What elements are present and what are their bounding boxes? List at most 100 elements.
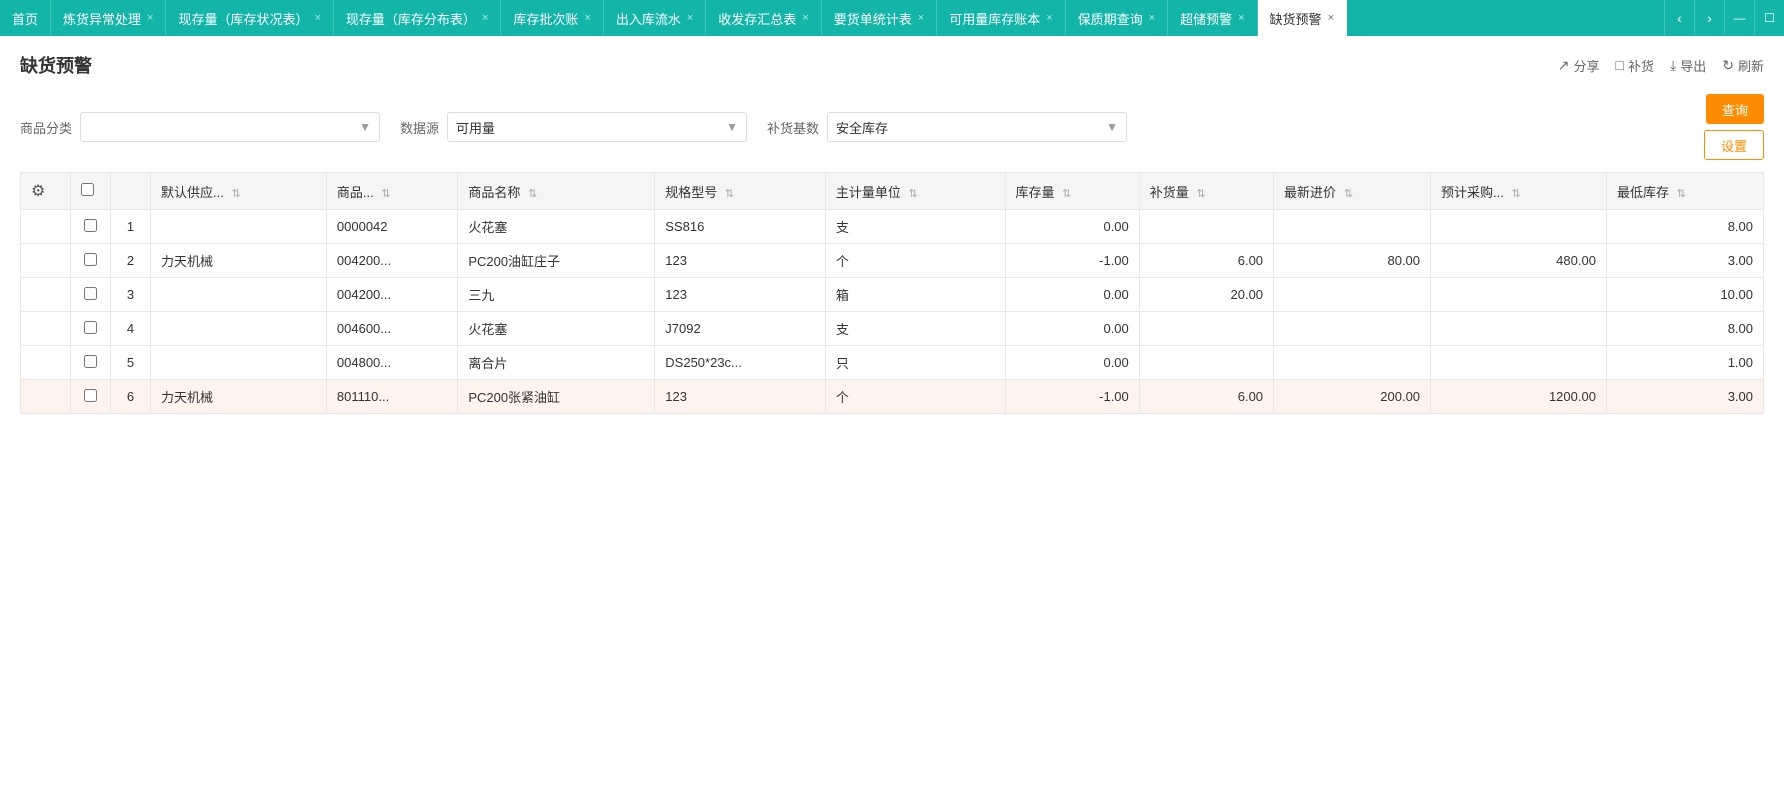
query-button[interactable]: 查询 xyxy=(1706,94,1764,124)
row-checkbox[interactable] xyxy=(84,219,97,232)
col-header-settings[interactable]: ⚙ xyxy=(21,173,71,210)
close-icon[interactable]: × xyxy=(687,12,693,24)
row-settings-cell xyxy=(21,278,71,312)
row-check-cell[interactable] xyxy=(71,346,111,380)
close-icon[interactable]: × xyxy=(314,12,320,24)
close-icon[interactable]: × xyxy=(1149,12,1155,24)
col-header-default-supplier[interactable]: 默认供应... ⇅ xyxy=(151,173,327,210)
datasource-select[interactable]: 可用量 ▼ xyxy=(447,112,747,142)
row-product-code-cell: 0000042 xyxy=(326,210,457,244)
col-header-latest-price[interactable]: 最新进价 ⇅ xyxy=(1274,173,1431,210)
row-unit-cell: 支 xyxy=(825,312,1005,346)
share-button[interactable]: ↗ 分享 xyxy=(1558,56,1600,75)
close-icon[interactable]: × xyxy=(1238,12,1244,24)
close-icon[interactable]: × xyxy=(584,12,590,24)
filter-actions: 查询 设置 xyxy=(1704,94,1764,160)
sort-icon: ⇅ xyxy=(1196,187,1205,200)
close-icon[interactable]: × xyxy=(147,12,153,24)
row-checkbox[interactable] xyxy=(84,389,97,402)
row-replenish-qty-cell xyxy=(1139,312,1273,346)
replenish-button[interactable]: □ 补货 xyxy=(1616,56,1654,75)
table-row: 4 004600... 火花塞 J7092 支 0.00 8.00 xyxy=(21,312,1764,346)
close-icon[interactable]: × xyxy=(1046,12,1052,24)
row-product-name-cell: 火花塞 xyxy=(458,210,655,244)
row-min-stock-cell: 3.00 xyxy=(1606,244,1763,278)
nav-arrow-right[interactable]: › xyxy=(1694,0,1724,36)
row-supplier-cell: 力天机械 xyxy=(151,244,327,278)
row-checkbox[interactable] xyxy=(84,355,97,368)
refresh-button[interactable]: ↻ 刷新 xyxy=(1722,56,1764,75)
row-min-stock-cell: 3.00 xyxy=(1606,380,1763,414)
close-icon[interactable]: × xyxy=(802,12,808,24)
row-check-cell[interactable] xyxy=(71,210,111,244)
nav-tab-inout-flow[interactable]: 出入库流水 × xyxy=(604,0,706,36)
row-replenish-qty-cell xyxy=(1139,210,1273,244)
select-all-checkbox[interactable] xyxy=(81,183,94,196)
col-header-product-name[interactable]: 商品名称 ⇅ xyxy=(458,173,655,210)
replenish-base-value: 安全库存 xyxy=(836,118,888,137)
row-supplier-cell: 力天机械 xyxy=(151,380,327,414)
sort-icon: ⇅ xyxy=(1344,187,1353,200)
export-icon: ⤓ xyxy=(1670,57,1676,74)
row-num-cell: 5 xyxy=(111,346,151,380)
row-settings-cell xyxy=(21,312,71,346)
row-product-code-cell: 801110... xyxy=(326,380,457,414)
row-min-stock-cell: 10.00 xyxy=(1606,278,1763,312)
close-icon[interactable]: × xyxy=(482,12,488,24)
row-check-cell[interactable] xyxy=(71,380,111,414)
col-header-spec[interactable]: 规格型号 ⇅ xyxy=(655,173,826,210)
nav-tab-home[interactable]: 首页 xyxy=(0,0,51,36)
settings-button[interactable]: 设置 xyxy=(1704,130,1764,160)
nav-tab-inventory-status[interactable]: 现存量（库存状况表） × xyxy=(166,0,333,36)
sort-icon: ⇅ xyxy=(1062,187,1071,200)
col-header-num xyxy=(111,173,151,210)
row-check-cell[interactable] xyxy=(71,278,111,312)
close-icon[interactable]: × xyxy=(1328,12,1334,24)
nav-arrows: ‹ › — ☐ xyxy=(1664,0,1784,36)
col-header-check[interactable] xyxy=(71,173,111,210)
row-num-cell: 3 xyxy=(111,278,151,312)
col-header-unit[interactable]: 主计量单位 ⇅ xyxy=(825,173,1005,210)
nav-minimize[interactable]: — xyxy=(1724,0,1754,36)
row-est-purchase-cell: 1200.00 xyxy=(1431,380,1607,414)
row-spec-cell: 123 xyxy=(655,278,826,312)
nav-tab-anomaly[interactable]: 炼货异常处理 × xyxy=(51,0,166,36)
export-button[interactable]: ⤓ 导出 xyxy=(1670,56,1706,75)
row-min-stock-cell: 8.00 xyxy=(1606,210,1763,244)
datasource-filter-group: 数据源 可用量 ▼ xyxy=(400,112,747,142)
nav-tab-inventory-dist[interactable]: 现存量（库存分布表） × xyxy=(334,0,501,36)
nav-tab-batch-account[interactable]: 库存批次账 × xyxy=(501,0,603,36)
row-product-code-cell: 004200... xyxy=(326,278,457,312)
col-header-stock[interactable]: 库存量 ⇅ xyxy=(1005,173,1139,210)
row-check-cell[interactable] xyxy=(71,244,111,278)
row-unit-cell: 只 xyxy=(825,346,1005,380)
nav-tab-shortage[interactable]: 缺货预警 × xyxy=(1258,0,1347,36)
row-spec-cell: SS816 xyxy=(655,210,826,244)
sort-icon: ⇅ xyxy=(908,187,917,200)
col-header-est-purchase[interactable]: 预计采购... ⇅ xyxy=(1431,173,1607,210)
row-num-cell: 6 xyxy=(111,380,151,414)
row-check-cell[interactable] xyxy=(71,312,111,346)
close-icon[interactable]: × xyxy=(918,12,924,24)
row-product-code-cell: 004600... xyxy=(326,312,457,346)
gear-icon[interactable]: ⚙ xyxy=(31,183,45,200)
nav-tab-available-ledger[interactable]: 可用量库存账本 × xyxy=(937,0,1065,36)
nav-arrow-left[interactable]: ‹ xyxy=(1664,0,1694,36)
col-header-min-stock[interactable]: 最低库存 ⇅ xyxy=(1606,173,1763,210)
row-stock-cell: 0.00 xyxy=(1005,346,1139,380)
col-header-product-code[interactable]: 商品... ⇅ xyxy=(326,173,457,210)
replenish-base-select[interactable]: 安全库存 ▼ xyxy=(827,112,1127,142)
row-checkbox[interactable] xyxy=(84,253,97,266)
row-checkbox[interactable] xyxy=(84,321,97,334)
row-stock-cell: 0.00 xyxy=(1005,278,1139,312)
category-select[interactable]: ▼ xyxy=(80,112,380,142)
nav-maximize[interactable]: ☐ xyxy=(1754,0,1784,36)
chevron-down-icon: ▼ xyxy=(359,120,371,134)
nav-tab-recv-summary[interactable]: 收发存汇总表 × xyxy=(706,0,821,36)
col-header-replenish-qty[interactable]: 补货量 ⇅ xyxy=(1139,173,1273,210)
nav-tab-expiry[interactable]: 保质期查询 × xyxy=(1066,0,1168,36)
row-checkbox[interactable] xyxy=(84,287,97,300)
row-num-cell: 2 xyxy=(111,244,151,278)
nav-tab-order-stat[interactable]: 要货单统计表 × xyxy=(822,0,937,36)
nav-tab-overstock[interactable]: 超储预警 × xyxy=(1168,0,1257,36)
